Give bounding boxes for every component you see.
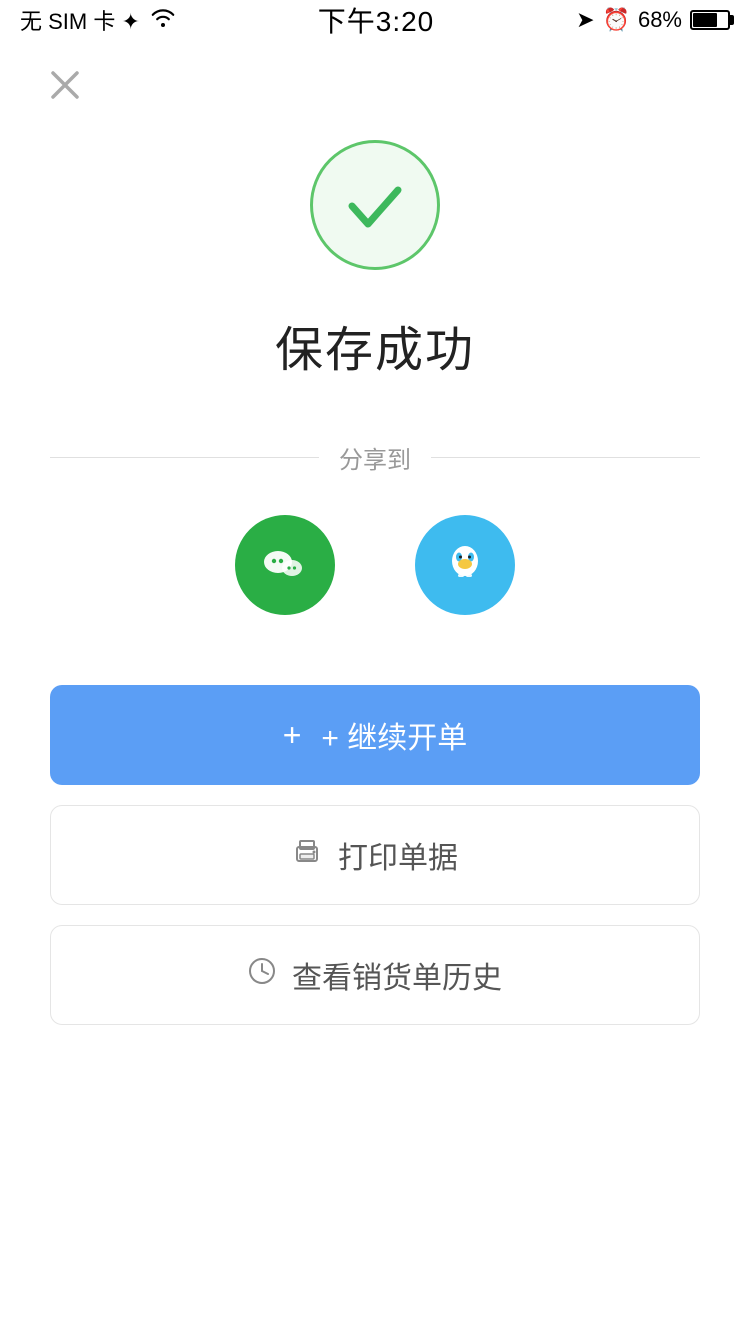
clock-icon (248, 957, 276, 993)
history-button[interactable]: 查看销货单历史 (50, 925, 700, 1025)
history-label: 查看销货单历史 (292, 953, 502, 997)
share-label: 分享到 (339, 440, 411, 475)
share-wechat-button[interactable] (235, 515, 335, 615)
success-icon-circle (310, 140, 440, 270)
share-qq-button[interactable] (415, 515, 515, 615)
wechat-icon (257, 537, 313, 593)
continue-button[interactable]: + + 继续开单 (50, 685, 700, 785)
success-title: 保存成功 (275, 310, 475, 380)
plus-icon: + (283, 717, 302, 754)
printer-icon (292, 837, 322, 873)
divider-line-left (50, 457, 319, 458)
location-icon: ➤ (576, 7, 594, 33)
qq-icon (437, 537, 493, 593)
share-divider: 分享到 (50, 440, 700, 475)
continue-label: + 继续开单 (321, 713, 467, 757)
action-buttons: + + 继续开单 打印单据 (50, 685, 700, 1025)
share-icons-row (235, 515, 515, 615)
no-sim-text: 无 SIM 卡 ✦ (20, 4, 140, 36)
print-button[interactable]: 打印单据 (50, 805, 700, 905)
alarm-icon: ⏰ (603, 7, 630, 33)
close-button[interactable] (40, 60, 90, 110)
print-label: 打印单据 (338, 833, 458, 877)
status-right: ➤ ⏰ 68% (576, 7, 730, 33)
checkmark-icon (340, 170, 410, 240)
status-left: 无 SIM 卡 ✦ (20, 4, 176, 36)
battery-icon (690, 10, 730, 30)
battery-percent: 68% (638, 7, 682, 33)
wifi-icon (150, 7, 176, 33)
status-time: 下午3:20 (318, 0, 435, 40)
status-bar: 无 SIM 卡 ✦ 下午3:20 ➤ ⏰ 68% (0, 0, 750, 40)
main-content: 保存成功 分享到 (0, 40, 750, 1075)
divider-line-right (431, 457, 700, 458)
